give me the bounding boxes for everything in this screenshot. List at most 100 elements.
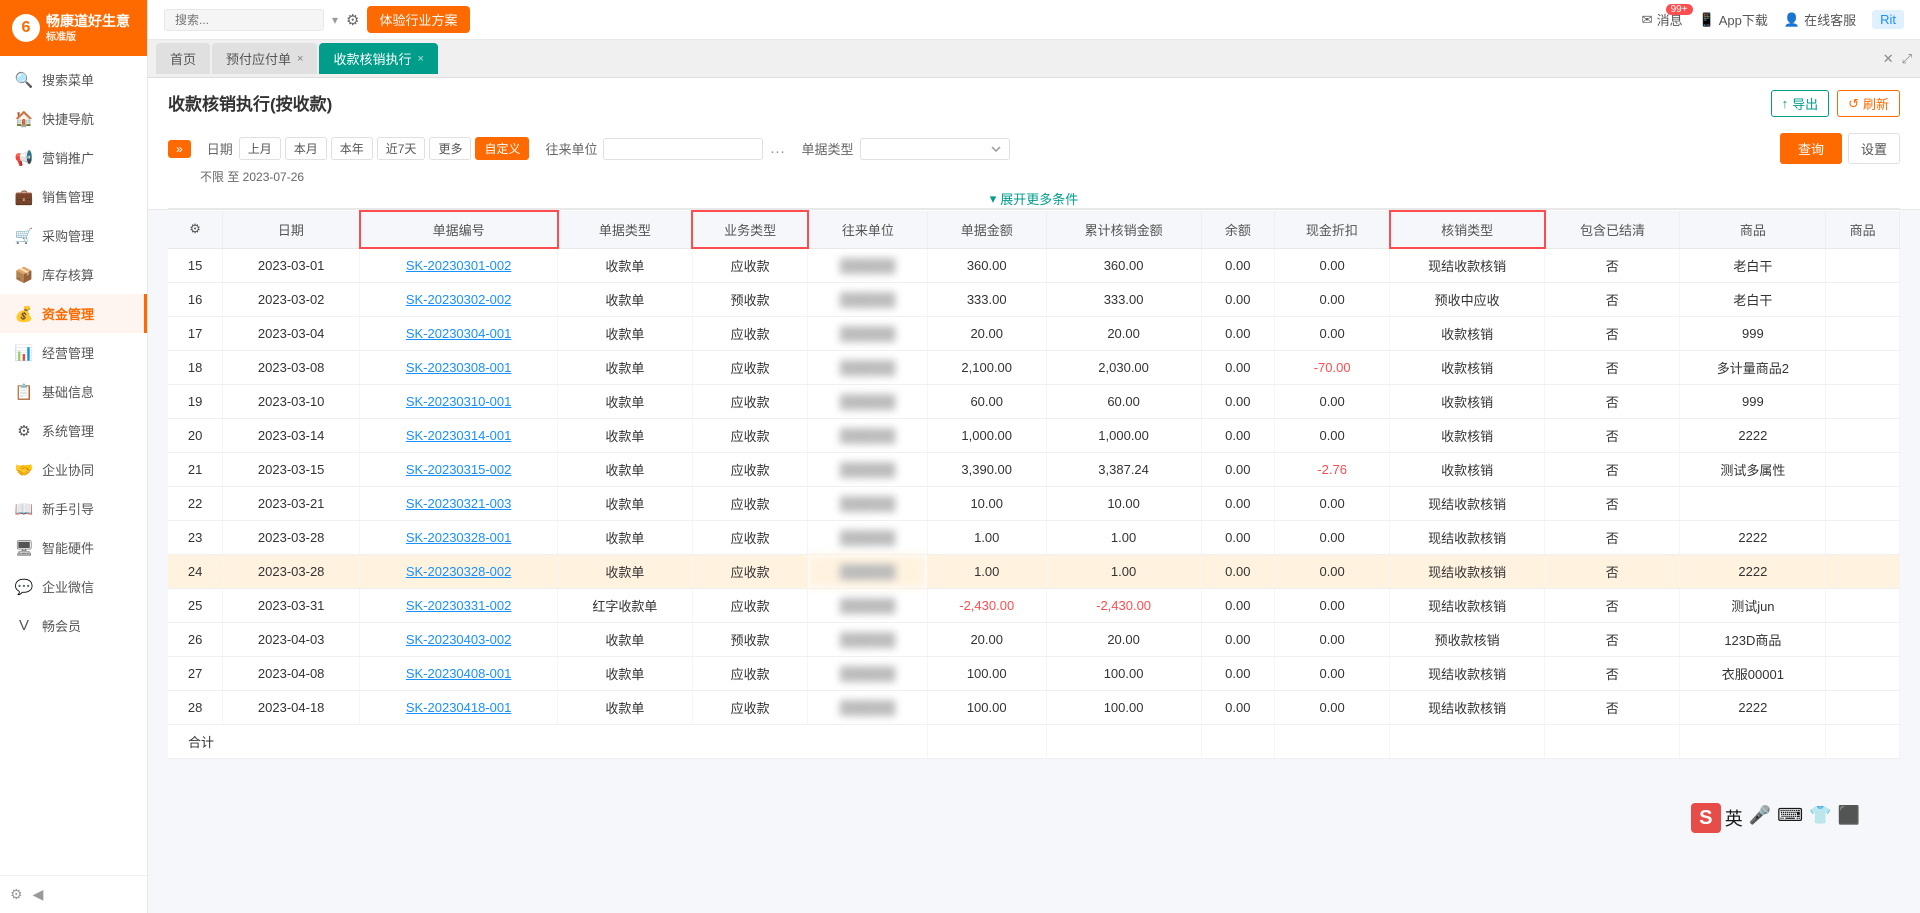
sidebar-item-enterprise[interactable]: 🤝企业协同	[0, 450, 147, 489]
sidebar-bottom: ⚙ ◀	[0, 875, 147, 913]
message-icon: ✉	[1642, 12, 1653, 28]
solution-button[interactable]: 体验行业方案	[367, 6, 469, 33]
settings-icon[interactable]: ⚙	[10, 886, 23, 903]
tab-collection[interactable]: 收款核销执行 ×	[319, 43, 437, 74]
tab-close-all-icon[interactable]: ✕	[1883, 51, 1894, 67]
table-cell: 2023-04-03	[223, 623, 360, 657]
date-more[interactable]: 更多	[429, 137, 471, 160]
filter-expand-button[interactable]: »	[168, 140, 191, 158]
table-row: 272023-04-08SK-20230408-001收款单应收款██████1…	[168, 657, 1900, 691]
filter-row: » 日期 上月 本月 本年 近7天 更多 自定义 往来单位	[168, 133, 1900, 164]
sidebar-item-wechat[interactable]: 💬企业微信	[0, 567, 147, 606]
topbar: ▾ ⚙ 体验行业方案 ✉ 消息 99+ 📱 App下载 👤 在线客服 Rit	[148, 0, 1920, 40]
doctype-label: 单据类型	[801, 139, 853, 158]
tab-home[interactable]: 首页	[156, 43, 210, 74]
table-cell: 2023-03-14	[223, 419, 360, 453]
message-button[interactable]: ✉ 消息 99+	[1642, 10, 1683, 29]
sidebar-label-guide: 新手引导	[42, 499, 94, 518]
refresh-button[interactable]: ↺ 刷新	[1837, 90, 1900, 117]
export-button[interactable]: ↑ 导出	[1771, 90, 1830, 117]
sidebar-item-basic[interactable]: 📋基础信息	[0, 372, 147, 411]
table-cell[interactable]: SK-20230328-002	[360, 555, 558, 589]
table-row: 212023-03-15SK-20230315-002收款单应收款██████3…	[168, 453, 1900, 487]
table-cell[interactable]: SK-20230321-003	[360, 487, 558, 521]
gear-icon[interactable]: ⚙	[346, 11, 359, 29]
table-cell: 收款单	[558, 691, 693, 725]
dropdown-arrow-icon[interactable]: ▾	[332, 13, 338, 27]
tabbar-controls: ✕ ⤢	[1883, 51, 1912, 67]
sidebar-item-quick-nav[interactable]: 🏠快捷导航	[0, 99, 147, 138]
user-avatar[interactable]: Rit	[1872, 10, 1904, 29]
sidebar-item-finance[interactable]: 💰资金管理	[0, 294, 147, 333]
table-cell[interactable]: SK-20230308-001	[360, 351, 558, 385]
tab-pending[interactable]: 预付应付单 ×	[212, 43, 317, 74]
partner-input[interactable]	[603, 138, 763, 160]
table-cell: 应收款	[692, 351, 808, 385]
collapse-icon[interactable]: ◀	[33, 886, 44, 903]
watermark-icon-1: 英	[1725, 805, 1743, 831]
sidebar-item-inventory[interactable]: 📦库存核算	[0, 255, 147, 294]
date-7days[interactable]: 近7天	[377, 137, 426, 160]
app-download-button[interactable]: 📱 App下载	[1699, 10, 1768, 29]
sidebar-item-search[interactable]: 🔍搜索菜单	[0, 60, 147, 99]
table-cell[interactable]: SK-20230302-002	[360, 283, 558, 317]
table-cell[interactable]: SK-20230331-002	[360, 589, 558, 623]
table-cell[interactable]: SK-20230328-001	[360, 521, 558, 555]
main-content: ▾ ⚙ 体验行业方案 ✉ 消息 99+ 📱 App下载 👤 在线客服 Rit 首…	[148, 0, 1920, 913]
sidebar-item-system[interactable]: ⚙系统管理	[0, 411, 147, 450]
sidebar-menu: 🔍搜索菜单🏠快捷导航📢营销推广💼销售管理🛒采购管理📦库存核算💰资金管理📊经营管理…	[0, 56, 147, 875]
date-this-month[interactable]: 本月	[285, 137, 327, 160]
table-cell[interactable]: SK-20230310-001	[360, 385, 558, 419]
export-icon: ↑	[1782, 96, 1789, 111]
col-docno: 单据编号	[360, 211, 558, 248]
sidebar-item-hardware[interactable]: 🖥智能硬件	[0, 528, 147, 567]
table-cell[interactable]: SK-20230418-001	[360, 691, 558, 725]
table-cell: 1,000.00	[1046, 419, 1201, 453]
app-sub: 标准版	[46, 31, 130, 44]
date-last-month[interactable]: 上月	[239, 137, 281, 160]
table-cell: 0.00	[1201, 385, 1275, 419]
setting-button[interactable]: 设置	[1848, 133, 1900, 164]
col-settings-icon[interactable]: ⚙	[168, 211, 223, 248]
doctype-select[interactable]	[860, 138, 1010, 160]
inventory-icon: 📦	[14, 266, 34, 284]
table-cell: 0.00	[1201, 317, 1275, 351]
sidebar-item-member[interactable]: V畅会员	[0, 606, 147, 645]
partner-dots[interactable]: …	[769, 140, 785, 158]
sidebar-item-sales[interactable]: 💼销售管理	[0, 177, 147, 216]
sidebar-item-purchase[interactable]: 🛒采购管理	[0, 216, 147, 255]
table-cell: 2023-03-08	[223, 351, 360, 385]
query-button[interactable]: 查询	[1780, 133, 1842, 164]
tab-expand-icon[interactable]: ⤢	[1902, 51, 1912, 67]
sidebar-item-marketing[interactable]: 📢营销推广	[0, 138, 147, 177]
finance-icon: 💰	[14, 305, 34, 323]
table-cell[interactable]: SK-20230315-002	[360, 453, 558, 487]
table-cell: 2,030.00	[1046, 351, 1201, 385]
top-search-input[interactable]	[164, 9, 324, 31]
table-cell: 0.00	[1275, 283, 1390, 317]
sidebar-item-guide[interactable]: 📖 新手引导	[0, 489, 147, 528]
table-cell: 1.00	[1046, 555, 1201, 589]
guide-icon: 📖	[14, 500, 34, 518]
sidebar-label-operation: 经营管理	[42, 343, 94, 362]
table-cell[interactable]: SK-20230301-002	[360, 248, 558, 283]
table-cell[interactable]: SK-20230408-001	[360, 657, 558, 691]
watermark-icons: 英 🎤 ⌨ 👕 ⬛	[1725, 805, 1860, 831]
table-cell: 收款单	[558, 487, 693, 521]
table-cell[interactable]: SK-20230304-001	[360, 317, 558, 351]
table-cell: 16	[168, 283, 223, 317]
tab-collection-close-icon[interactable]: ×	[417, 53, 423, 65]
topbar-left: ▾ ⚙ 体验行业方案	[164, 6, 1630, 33]
table-cell[interactable]: SK-20230403-002	[360, 623, 558, 657]
expand-more-button[interactable]: ▾ 展开更多条件	[168, 189, 1900, 208]
table-cell: 应收款	[692, 589, 808, 623]
table-cell: 应收款	[692, 453, 808, 487]
table-cell: 0.00	[1201, 453, 1275, 487]
date-this-year[interactable]: 本年	[331, 137, 373, 160]
date-custom[interactable]: 自定义	[475, 137, 529, 160]
table-cell[interactable]: SK-20230314-001	[360, 419, 558, 453]
online-service-button[interactable]: 👤 在线客服	[1784, 10, 1856, 29]
tab-pending-close-icon[interactable]: ×	[297, 53, 303, 65]
table-cell: ██████	[808, 419, 927, 453]
sidebar-item-operation[interactable]: 📊经营管理	[0, 333, 147, 372]
